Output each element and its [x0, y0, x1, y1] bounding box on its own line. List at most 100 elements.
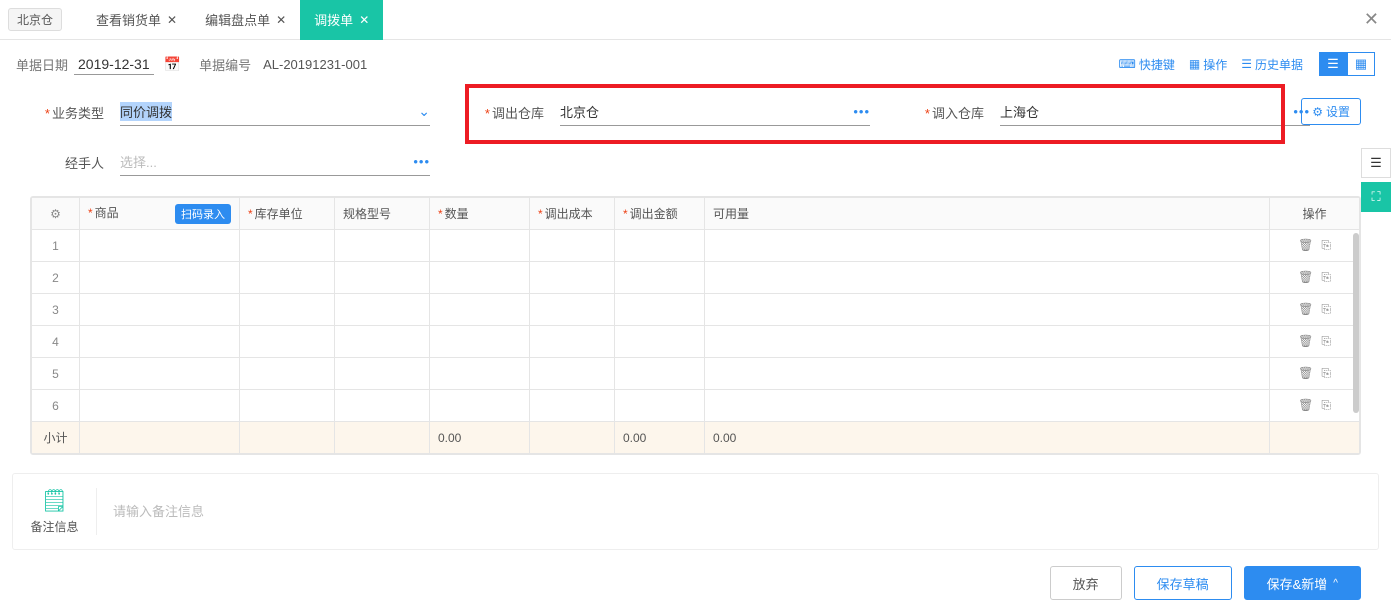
field-placeholder: 选择...: [120, 152, 157, 171]
side-tools: ☰ ⛶: [1361, 148, 1391, 216]
table-row[interactable]: 2 🗑 ⎘: [32, 262, 1360, 294]
more-icon[interactable]: •••: [853, 104, 870, 119]
close-all-icon[interactable]: ✕: [1364, 9, 1379, 30]
col-ops: 操作: [1270, 198, 1360, 230]
field-label: 调入仓库: [932, 106, 984, 121]
chevron-down-icon: ⌄: [418, 103, 430, 120]
field-label: 调出仓库: [492, 106, 544, 121]
col-product: 商品: [95, 206, 119, 220]
row-index: 4: [32, 326, 80, 358]
save-new-button[interactable]: 保存&新增^: [1244, 566, 1361, 600]
biz-type-group: *业务类型 同价调拨 ⌄: [30, 98, 430, 126]
field-label: 经手人: [65, 156, 104, 171]
save-draft-button[interactable]: 保存草稿: [1134, 566, 1232, 600]
col-avail: 可用量: [713, 207, 749, 221]
table-row[interactable]: 5 🗑 ⎘: [32, 358, 1360, 390]
out-warehouse-select[interactable]: 北京仓 •••: [560, 98, 870, 126]
table-row[interactable]: 6 🗑 ⎘: [32, 390, 1360, 422]
side-note-button[interactable]: ☰: [1361, 148, 1391, 178]
grid-icon: ▦: [1189, 57, 1200, 71]
close-icon[interactable]: ✕: [276, 13, 286, 27]
close-icon[interactable]: ✕: [359, 13, 369, 27]
operate-link[interactable]: ▦操作: [1189, 56, 1227, 73]
copy-icon[interactable]: ⎘: [1321, 334, 1331, 348]
field-value: 上海仓: [1000, 102, 1039, 121]
delete-icon[interactable]: 🗑: [1298, 270, 1313, 284]
row-index: 6: [32, 390, 80, 422]
handler-group: 经手人 选择... •••: [30, 148, 430, 176]
memo-label: 备注信息: [27, 518, 82, 535]
subtotal-label: 小计: [32, 422, 80, 454]
subtotal-avail: 0.00: [705, 422, 1270, 454]
scan-badge[interactable]: 扫码录入: [175, 204, 231, 224]
subtotal-amount: 0.00: [615, 422, 705, 454]
table-row[interactable]: 3 🗑 ⎘: [32, 294, 1360, 326]
settings-button[interactable]: ⚙设置: [1301, 98, 1361, 125]
footer-actions: 放弃 保存草稿 保存&新增^: [0, 550, 1391, 616]
delete-icon[interactable]: 🗑: [1298, 366, 1313, 380]
code-label: 单据编号: [199, 55, 251, 74]
memo-area: 🗒 备注信息: [12, 473, 1379, 550]
in-warehouse-select[interactable]: 上海仓 •••: [1000, 98, 1310, 126]
row-index: 5: [32, 358, 80, 390]
form-area: *业务类型 同价调拨 ⌄ *调出仓库 北京仓 ••• *调入仓库 上海仓 •••…: [0, 88, 1391, 176]
table-header-row: ⚙ *商品扫码录入 *库存单位 规格型号 *数量 *调出成本 *调出金额 可用量…: [32, 198, 1360, 230]
tab-label: 查看销货单: [96, 10, 161, 29]
delete-icon[interactable]: 🗑: [1298, 334, 1313, 348]
items-table: ⚙ *商品扫码录入 *库存单位 规格型号 *数量 *调出成本 *调出金额 可用量…: [30, 196, 1361, 455]
copy-icon[interactable]: ⎘: [1321, 302, 1331, 316]
delete-icon[interactable]: 🗑: [1298, 398, 1313, 412]
history-link[interactable]: ☰历史单据: [1241, 56, 1303, 73]
row-index: 3: [32, 294, 80, 326]
tab-label: 编辑盘点单: [205, 10, 270, 29]
keyboard-icon: ⌨: [1119, 57, 1136, 71]
more-icon[interactable]: •••: [413, 154, 430, 169]
biz-type-select[interactable]: 同价调拨 ⌄: [120, 98, 430, 126]
field-label: 业务类型: [52, 106, 104, 121]
field-value: 同价调拨: [120, 102, 172, 121]
col-unit: 库存单位: [255, 207, 303, 221]
subtotal-row: 小计 0.00 0.00 0.00: [32, 422, 1360, 454]
copy-icon[interactable]: ⎘: [1321, 270, 1331, 284]
col-qty: 数量: [445, 207, 469, 221]
col-spec: 规格型号: [343, 207, 391, 221]
delete-icon[interactable]: 🗑: [1298, 302, 1313, 316]
chevron-up-icon: ^: [1333, 578, 1338, 589]
scrollbar-thumb[interactable]: [1353, 233, 1359, 413]
date-label: 单据日期: [16, 55, 68, 74]
tab-edit-inventory[interactable]: 编辑盘点单 ✕: [191, 0, 300, 40]
tab-transfer-order[interactable]: 调拨单✕: [300, 0, 383, 40]
out-warehouse-group: *调出仓库 北京仓 •••: [470, 98, 870, 126]
table-row[interactable]: 4 🗑 ⎘: [32, 326, 1360, 358]
date-value[interactable]: 2019-12-31: [74, 54, 154, 75]
in-warehouse-group: *调入仓库 上海仓 •••: [910, 98, 1310, 126]
shortcut-link[interactable]: ⌨快捷键: [1119, 56, 1175, 73]
col-cost: 调出成本: [545, 207, 593, 221]
memo-icon: 🗒: [27, 488, 82, 514]
copy-icon[interactable]: ⎘: [1321, 366, 1331, 380]
view-grid-button[interactable]: ▦: [1347, 52, 1375, 76]
copy-icon[interactable]: ⎘: [1321, 238, 1331, 252]
subtotal-qty: 0.00: [430, 422, 530, 454]
side-expand-button[interactable]: ⛶: [1361, 182, 1391, 212]
code-value: AL-20191231-001: [263, 57, 367, 72]
close-icon[interactable]: ✕: [167, 13, 177, 27]
calendar-icon[interactable]: 📅: [164, 56, 181, 73]
col-amount: 调出金额: [630, 207, 678, 221]
tab-bar: 北京仓 查看销货单 ✕ 编辑盘点单 ✕ 调拨单✕ ✕: [0, 0, 1391, 40]
table-row[interactable]: 1🗑⎘: [32, 230, 1360, 262]
field-value: 北京仓: [560, 102, 599, 121]
handler-select[interactable]: 选择... •••: [120, 148, 430, 176]
delete-icon[interactable]: 🗑: [1298, 238, 1313, 252]
warehouse-badge: 北京仓: [8, 8, 62, 31]
list-icon: ☰: [1241, 57, 1252, 71]
memo-input[interactable]: [97, 488, 1364, 535]
abandon-button[interactable]: 放弃: [1050, 566, 1122, 600]
gear-icon: ⚙: [1312, 105, 1323, 119]
view-list-button[interactable]: ☰: [1319, 52, 1347, 76]
view-toggle: ☰ ▦: [1319, 52, 1375, 76]
row-index: 2: [32, 262, 80, 294]
gear-icon[interactable]: ⚙: [50, 207, 61, 221]
tab-view-sales[interactable]: 查看销货单 ✕: [82, 0, 191, 40]
copy-icon[interactable]: ⎘: [1321, 398, 1331, 412]
